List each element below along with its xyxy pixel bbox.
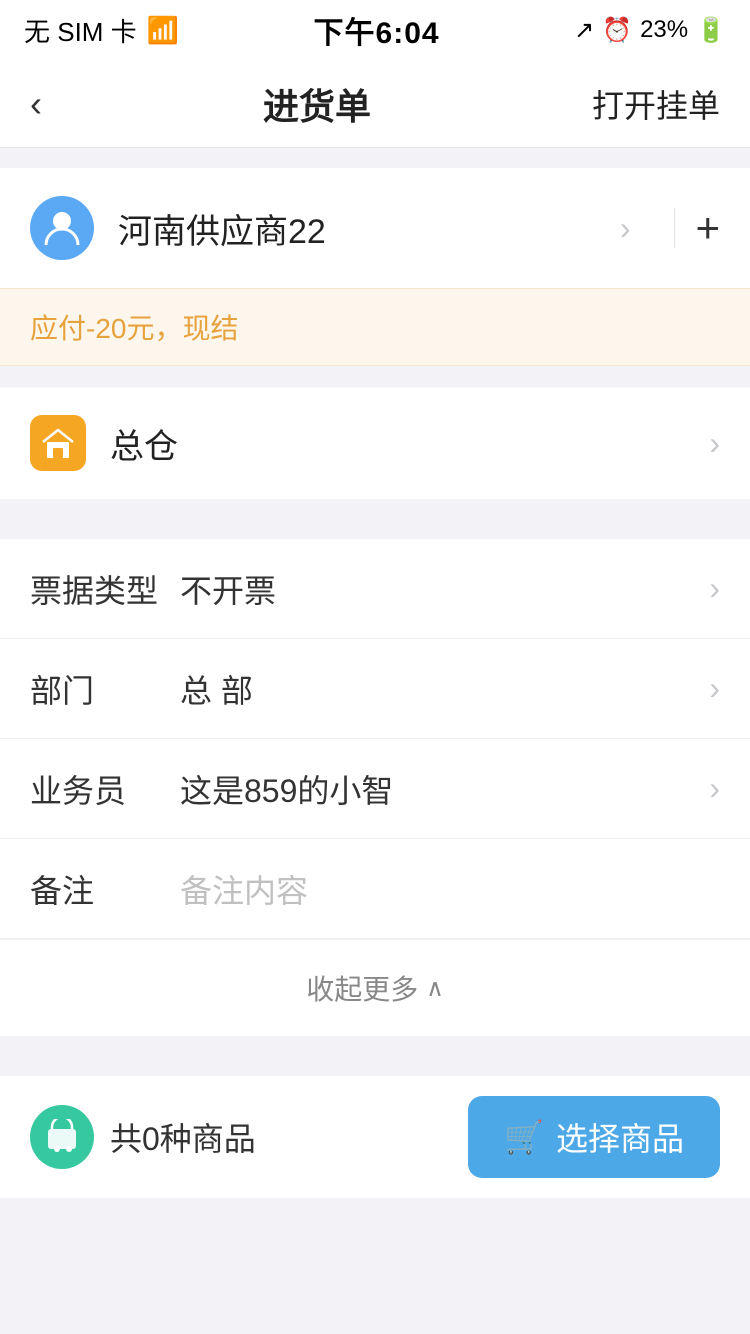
person-icon [44,209,80,247]
department-label: 部门 [30,666,170,712]
warehouse-row[interactable]: 总仓 › [0,386,750,499]
battery-text: 23% [640,16,688,44]
collapse-text: 收起更多 [306,968,418,1008]
collapse-row[interactable]: 收起更多 ∧ [0,939,750,1036]
cart-icon [44,1119,80,1155]
wifi-icon: 📶 [147,15,179,46]
location-icon: ↗ [574,16,594,45]
salesperson-value: 这是859的小智 [170,766,709,812]
department-row[interactable]: 部门 总 部 › [0,639,750,739]
supplier-name: 河南供应商22 [118,204,620,253]
invoice-arrow-icon: › [709,570,720,607]
warehouse-icon [30,415,86,471]
nav-bar: ‹ 进货单 打开挂单 [0,60,750,148]
carrier-text: 无 SIM 卡 [24,12,137,49]
remark-input[interactable]: 备注内容 [170,866,720,912]
warehouse-name: 总仓 [110,419,709,468]
product-info: 共0种商品 [30,1105,256,1169]
alarm-icon: ⏰ [602,16,632,45]
section-gap-2 [0,366,750,386]
vertical-divider [674,208,675,248]
status-right: ↗ ⏰ 23% 🔋 [574,16,726,45]
supplier-card: 河南供应商22 › + 应付-20元，现结 [0,168,750,366]
page-container: 无 SIM 卡 📶 下午6:04 ↗ ⏰ 23% 🔋 ‹ 进货单 打开挂单 河南… [0,0,750,1334]
supplier-row[interactable]: 河南供应商22 › + [0,168,750,288]
back-button[interactable]: ‹ [30,83,42,125]
supplier-arrow-icon: › [620,210,631,247]
open-pending-button[interactable]: 打开挂单 [592,81,720,127]
status-left: 无 SIM 卡 📶 [24,12,179,49]
page-title: 进货单 [263,78,371,130]
warehouse-card: 总仓 › [0,386,750,499]
product-count-text: 共0种商品 [110,1114,256,1160]
department-arrow-icon: › [709,670,720,707]
collapse-icon: ∧ [426,974,444,1003]
bottom-bar: 共0种商品 🛒 选择商品 [0,1076,750,1198]
invoice-label: 票据类型 [30,566,170,612]
select-product-icon: 🛒 [504,1118,544,1156]
remark-row[interactable]: 备注 备注内容 [0,839,750,939]
department-value: 总 部 [170,666,709,712]
section-gap-4 [0,1036,750,1056]
battery-icon: 🔋 [696,16,726,45]
salesperson-row[interactable]: 业务员 这是859的小智 › [0,739,750,839]
add-supplier-button[interactable]: + [695,204,720,252]
salesperson-label: 业务员 [30,766,170,812]
supplier-avatar [30,196,94,260]
status-time: 下午6:04 [314,8,440,52]
product-icon [30,1105,94,1169]
status-bar: 无 SIM 卡 📶 下午6:04 ↗ ⏰ 23% 🔋 [0,0,750,60]
select-product-label: 选择商品 [556,1114,684,1160]
salesperson-arrow-icon: › [709,770,720,807]
warehouse-arrow-icon: › [709,425,720,462]
select-product-button[interactable]: 🛒 选择商品 [468,1096,720,1178]
remark-label: 备注 [30,866,170,912]
invoice-type-row[interactable]: 票据类型 不开票 › [0,539,750,639]
section-gap-3 [0,499,750,519]
section-gap-1 [0,148,750,168]
notice-text: 应付-20元，现结 [30,313,238,344]
form-section: 票据类型 不开票 › 部门 总 部 › 业务员 这是859的小智 › 备注 备注… [0,539,750,1036]
invoice-value: 不开票 [170,566,709,612]
home-icon [42,428,74,458]
notice-bar: 应付-20元，现结 [0,288,750,366]
